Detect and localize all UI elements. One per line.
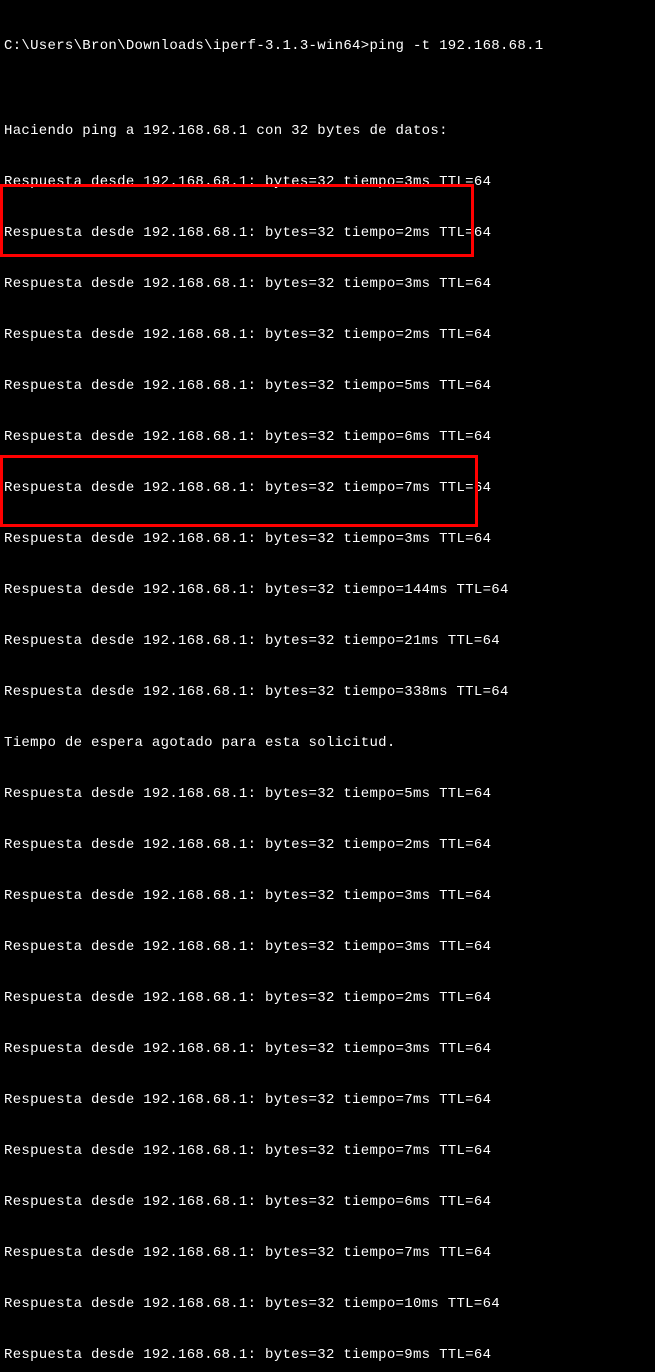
ping-response-line: Respuesta desde 192.168.68.1: bytes=32 t… — [4, 582, 651, 599]
ping-response-line: Respuesta desde 192.168.68.1: bytes=32 t… — [4, 1245, 651, 1262]
ping-response-line: Respuesta desde 192.168.68.1: bytes=32 t… — [4, 888, 651, 905]
ping-response-line: Respuesta desde 192.168.68.1: bytes=32 t… — [4, 684, 651, 701]
ping-response-line: Respuesta desde 192.168.68.1: bytes=32 t… — [4, 837, 651, 854]
ping-response-line: Respuesta desde 192.168.68.1: bytes=32 t… — [4, 1296, 651, 1313]
ping-response-line: Respuesta desde 192.168.68.1: bytes=32 t… — [4, 1143, 651, 1160]
ping-header: Haciendo ping a 192.168.68.1 con 32 byte… — [4, 123, 651, 140]
ping-response-line: Respuesta desde 192.168.68.1: bytes=32 t… — [4, 633, 651, 650]
ping-response-line: Respuesta desde 192.168.68.1: bytes=32 t… — [4, 1194, 651, 1211]
ping-response-line: Respuesta desde 192.168.68.1: bytes=32 t… — [4, 429, 651, 446]
terminal-output: C:\Users\Bron\Downloads\iperf-3.1.3-win6… — [4, 4, 651, 1372]
ping-response-line: Respuesta desde 192.168.68.1: bytes=32 t… — [4, 378, 651, 395]
ping-response-line: Respuesta desde 192.168.68.1: bytes=32 t… — [4, 1092, 651, 1109]
ping-response-line: Respuesta desde 192.168.68.1: bytes=32 t… — [4, 786, 651, 803]
ping-response-line: Respuesta desde 192.168.68.1: bytes=32 t… — [4, 939, 651, 956]
ping-response-line: Respuesta desde 192.168.68.1: bytes=32 t… — [4, 480, 651, 497]
ping-response-line: Respuesta desde 192.168.68.1: bytes=32 t… — [4, 225, 651, 242]
ping-response-line: Respuesta desde 192.168.68.1: bytes=32 t… — [4, 1041, 651, 1058]
ping-response-line: Respuesta desde 192.168.68.1: bytes=32 t… — [4, 327, 651, 344]
ping-response-line: Respuesta desde 192.168.68.1: bytes=32 t… — [4, 531, 651, 548]
ping-response-line: Respuesta desde 192.168.68.1: bytes=32 t… — [4, 174, 651, 191]
ping-response-line: Respuesta desde 192.168.68.1: bytes=32 t… — [4, 276, 651, 293]
ping-response-line: Respuesta desde 192.168.68.1: bytes=32 t… — [4, 990, 651, 1007]
ping-response-line: Respuesta desde 192.168.68.1: bytes=32 t… — [4, 1347, 651, 1364]
command-prompt-line: C:\Users\Bron\Downloads\iperf-3.1.3-win6… — [4, 38, 651, 55]
ping-timeout-line: Tiempo de espera agotado para esta solic… — [4, 735, 651, 752]
